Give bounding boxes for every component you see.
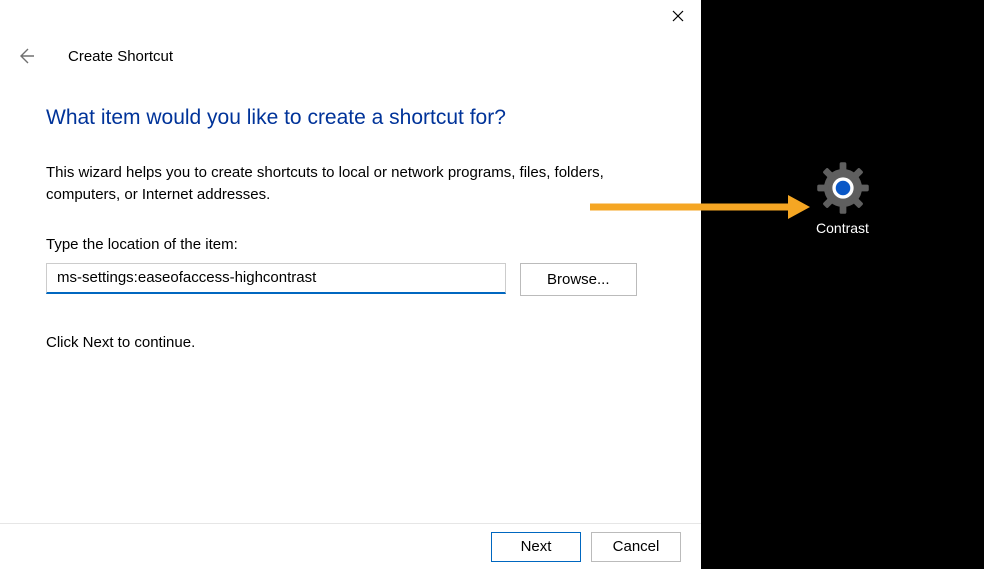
title-bar bbox=[0, 0, 701, 32]
continue-text: Click Next to continue. bbox=[46, 334, 639, 351]
location-label: Type the location of the item: bbox=[46, 236, 639, 253]
close-icon bbox=[672, 10, 684, 22]
wizard-content: What item would you like to create a sho… bbox=[0, 72, 701, 351]
back-arrow-icon bbox=[16, 46, 36, 66]
location-input[interactable] bbox=[46, 263, 506, 294]
wizard-description: This wizard helps you to create shortcut… bbox=[46, 162, 639, 206]
shortcut-contrast[interactable]: Contrast bbox=[798, 160, 888, 236]
wizard-footer: Next Cancel bbox=[0, 523, 701, 569]
close-button[interactable] bbox=[655, 0, 701, 32]
gear-icon bbox=[815, 160, 871, 216]
wizard-header: Create Shortcut bbox=[0, 32, 701, 72]
wizard-title: Create Shortcut bbox=[68, 48, 173, 65]
back-button[interactable] bbox=[10, 40, 42, 72]
location-row: Browse... bbox=[46, 263, 639, 296]
browse-button[interactable]: Browse... bbox=[520, 263, 637, 296]
next-button[interactable]: Next bbox=[491, 532, 581, 562]
shortcut-label: Contrast bbox=[798, 220, 888, 236]
create-shortcut-wizard: Create Shortcut What item would you like… bbox=[0, 0, 701, 569]
desktop-area: Contrast bbox=[701, 0, 984, 569]
cancel-button[interactable]: Cancel bbox=[591, 532, 681, 562]
wizard-heading: What item would you like to create a sho… bbox=[46, 106, 639, 130]
